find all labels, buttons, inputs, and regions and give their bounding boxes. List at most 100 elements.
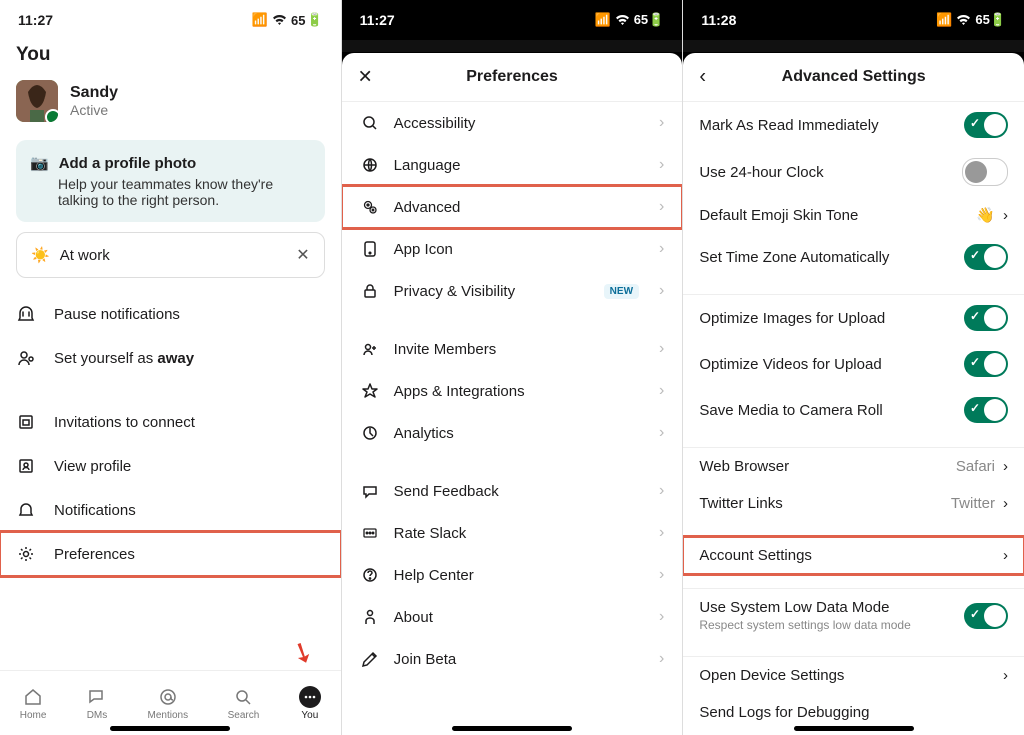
row-icon	[360, 197, 380, 217]
pref-apps-integrations[interactable]: Apps & Integrations›	[342, 370, 683, 412]
chevron-right-icon: ›	[659, 240, 664, 258]
tab-home[interactable]: Home	[20, 686, 47, 721]
close-icon[interactable]: ✕	[358, 67, 373, 88]
pref-rate-slack[interactable]: Rate Slack›	[342, 512, 683, 554]
chevron-right-icon: ›	[659, 482, 664, 500]
toggle[interactable]	[964, 397, 1008, 423]
adv-open-device-settings[interactable]: Open Device Settings›	[683, 657, 1024, 694]
pref-accessibility[interactable]: Accessibility›	[342, 102, 683, 144]
toggle[interactable]	[964, 112, 1008, 138]
adv-twitter-links[interactable]: Twitter LinksTwitter›	[683, 485, 1024, 522]
chevron-right-icon: ›	[1003, 495, 1008, 512]
dms-icon	[86, 686, 108, 708]
chevron-right-icon: ›	[659, 524, 664, 542]
person-icon	[16, 348, 36, 368]
profile-header[interactable]: Sandy Active	[0, 72, 341, 130]
pref-invite-members[interactable]: Invite Members›	[342, 328, 683, 370]
menu-preferences[interactable]: Preferences	[0, 532, 341, 576]
toggle[interactable]	[964, 244, 1008, 270]
status-bar: 11:27 📶 65🔋	[0, 0, 341, 40]
profile-photo-card[interactable]: 📷Add a profile photo Help your teammates…	[16, 140, 325, 222]
status-chip[interactable]: ☀️ At work ✕	[16, 232, 325, 278]
screen-advanced: 11:28 📶65🔋 ‹ Advanced Settings Mark As R…	[683, 0, 1024, 735]
toggle[interactable]	[964, 351, 1008, 377]
battery-icon: 65🔋	[291, 12, 323, 28]
new-badge: NEW	[604, 284, 639, 299]
tab-you[interactable]: You	[299, 686, 321, 721]
status-bar: 11:27 📶65🔋	[342, 0, 683, 40]
pref-help-center[interactable]: Help Center›	[342, 554, 683, 596]
row-icon	[360, 523, 380, 543]
row-icon	[360, 239, 380, 259]
menu-view-profile[interactable]: View profile	[0, 444, 341, 488]
set-away[interactable]: Set yourself as away	[0, 336, 341, 380]
clear-status-icon[interactable]: ✕	[296, 245, 309, 265]
adv-reset-cache[interactable]: Reset Cache	[683, 731, 1024, 735]
chevron-right-icon: ›	[659, 114, 664, 132]
adv-save-media-to-camera-roll[interactable]: Save Media to Camera Roll	[683, 387, 1024, 433]
toggle[interactable]	[964, 603, 1008, 629]
adv-set-time-zone-automatically[interactable]: Set Time Zone Automatically	[683, 234, 1024, 280]
chevron-right-icon: ›	[659, 566, 664, 584]
adv-web-browser[interactable]: Web BrowserSafari›	[683, 448, 1024, 485]
adv-use-system-low-data-mode[interactable]: Use System Low Data ModeRespect system s…	[683, 589, 1024, 642]
adv-use-hour-clock[interactable]: Use 24-hour Clock	[683, 148, 1024, 196]
row-icon	[360, 423, 380, 443]
pref-language[interactable]: Language›	[342, 144, 683, 186]
pref-about[interactable]: About›	[342, 596, 683, 638]
back-icon[interactable]: ‹	[699, 66, 706, 89]
signal-icon: 📶	[252, 12, 268, 28]
annotation-arrow: ➘	[285, 633, 320, 673]
pause-icon	[16, 304, 36, 324]
pref-analytics[interactable]: Analytics›	[342, 412, 683, 454]
pref-privacy-visibility[interactable]: Privacy & VisibilityNEW›	[342, 270, 683, 312]
avatar	[16, 80, 58, 122]
row-icon	[16, 456, 36, 476]
status-icons: 📶 65🔋	[252, 12, 323, 28]
chevron-right-icon: ›	[659, 198, 664, 216]
adv-account-settings[interactable]: Account Settings›	[683, 537, 1024, 574]
menu-notifications[interactable]: Notifications	[0, 488, 341, 532]
screen-you: 11:27 📶 65🔋 You Sandy Active 📷Add a prof…	[0, 0, 342, 735]
row-icon	[360, 607, 380, 627]
row-icon	[16, 412, 36, 432]
tab-search[interactable]: Search	[228, 686, 260, 721]
row-icon	[360, 649, 380, 669]
pref-join-beta[interactable]: Join Beta›	[342, 638, 683, 680]
pause-notifications[interactable]: Pause notifications	[0, 292, 341, 336]
wifi-icon	[272, 14, 287, 26]
toggle[interactable]	[964, 305, 1008, 331]
page-title: You	[16, 44, 325, 66]
toggle[interactable]	[962, 158, 1008, 186]
chevron-right-icon: ›	[659, 608, 664, 626]
chevron-right-icon: ›	[659, 340, 664, 358]
row-icon	[360, 481, 380, 501]
row-icon	[360, 565, 380, 585]
row-icon	[360, 155, 380, 175]
screen-preferences: 11:27 📶65🔋 ✕ Preferences Accessibility›L…	[342, 0, 684, 735]
you-icon	[299, 686, 321, 708]
adv-optimize-images-for-upload[interactable]: Optimize Images for Upload	[683, 295, 1024, 341]
row-icon	[360, 339, 380, 359]
chevron-right-icon: ›	[1003, 207, 1008, 224]
chevron-right-icon: ›	[659, 282, 664, 300]
chevron-right-icon: ›	[1003, 458, 1008, 475]
row-icon	[360, 281, 380, 301]
sheet-header: ‹ Advanced Settings	[683, 53, 1024, 102]
status-bar: 11:28 📶65🔋	[683, 0, 1024, 40]
sun-icon: ☀️	[31, 246, 50, 264]
adv-optimize-videos-for-upload[interactable]: Optimize Videos for Upload	[683, 341, 1024, 387]
tab-mentions[interactable]: Mentions	[148, 686, 189, 721]
pref-send-feedback[interactable]: Send Feedback›	[342, 470, 683, 512]
presence-dot	[45, 109, 58, 122]
chevron-right-icon: ›	[659, 650, 664, 668]
adv-default-emoji-skin-tone[interactable]: Default Emoji Skin Tone👋›	[683, 196, 1024, 234]
profile-status: Active	[70, 102, 118, 118]
home-indicator	[110, 726, 230, 731]
tab-dms[interactable]: DMs	[86, 686, 108, 721]
pref-app-icon[interactable]: App Icon›	[342, 228, 683, 270]
profile-name: Sandy	[70, 84, 118, 102]
menu-invitations-to-connect[interactable]: Invitations to connect	[0, 400, 341, 444]
pref-advanced[interactable]: Advanced›	[342, 186, 683, 228]
adv-mark-as-read-immediately[interactable]: Mark As Read Immediately	[683, 102, 1024, 148]
